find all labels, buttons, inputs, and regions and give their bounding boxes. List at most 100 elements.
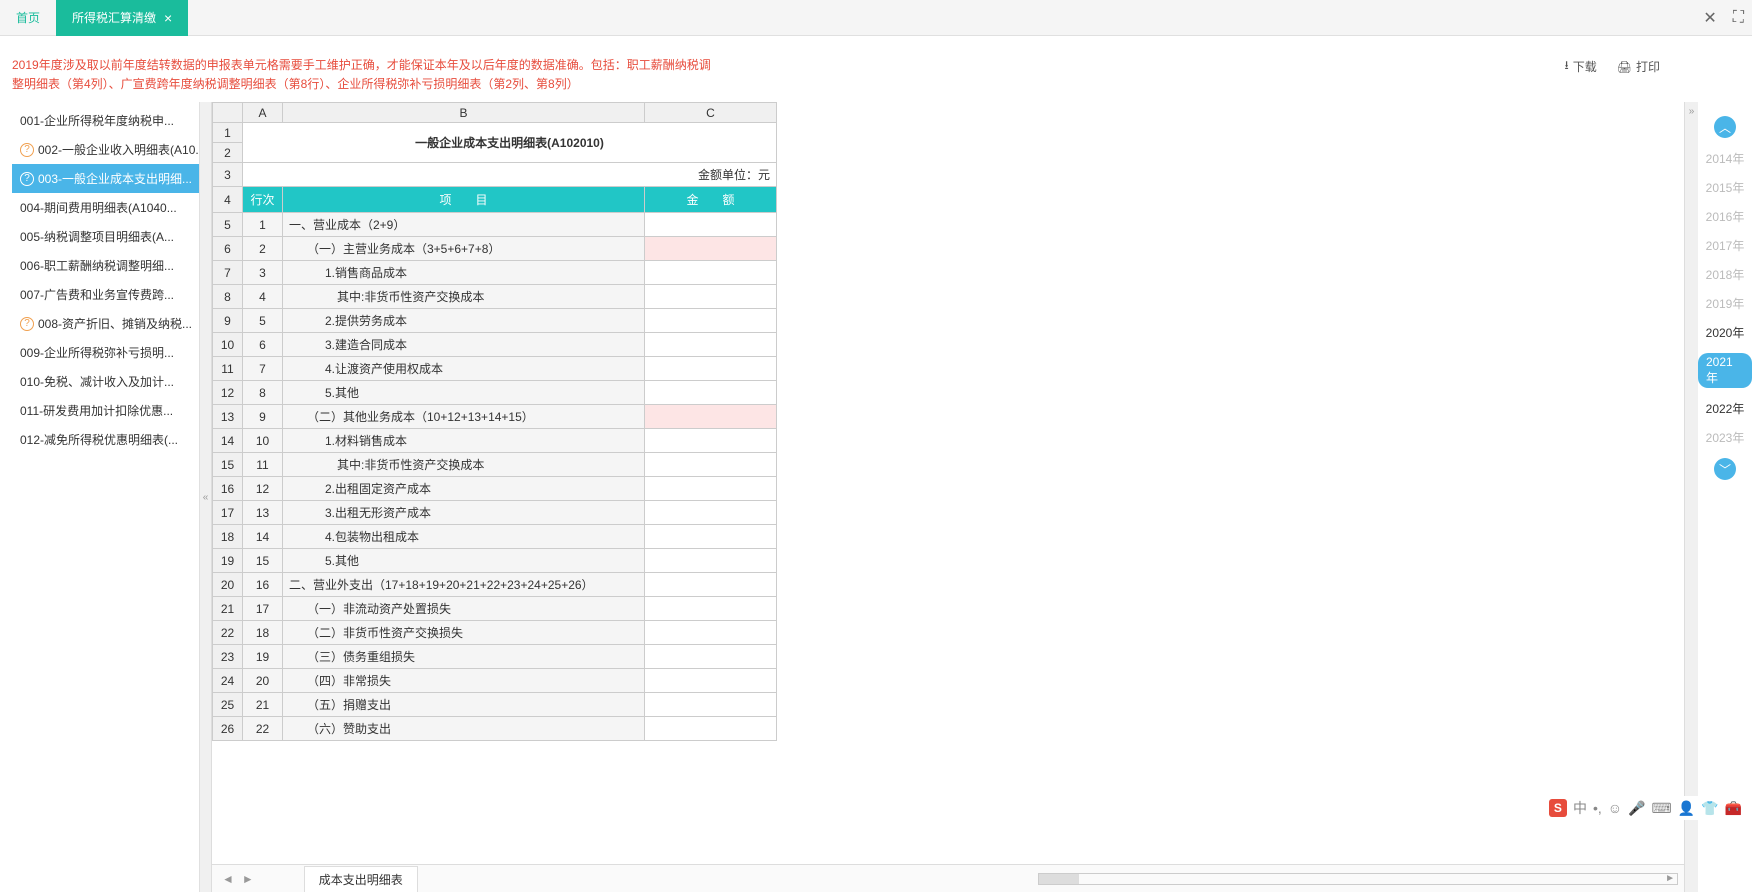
- year-2021年[interactable]: 2021年: [1698, 353, 1752, 388]
- ime-keyboard-icon[interactable]: ⌨: [1651, 800, 1671, 817]
- amount-cell[interactable]: [645, 213, 777, 237]
- spreadsheet-area: ABC1一般企业成本支出明细表(A102010)23金额单位：元4行次项 目金 …: [212, 102, 1684, 892]
- amount-cell[interactable]: [645, 597, 777, 621]
- amount-cell[interactable]: [645, 333, 777, 357]
- amount-cell[interactable]: [645, 429, 777, 453]
- amount-cell[interactable]: [645, 405, 777, 429]
- ime-toolbox-icon[interactable]: 🧰: [1725, 800, 1742, 817]
- close-icon[interactable]: ×: [164, 0, 172, 36]
- sidebar-item-9[interactable]: 009-企业所得税弥补亏损明...: [12, 338, 199, 367]
- ime-lang-label[interactable]: 中: [1573, 798, 1587, 818]
- line-number: 8: [243, 381, 283, 405]
- amount-cell[interactable]: [645, 621, 777, 645]
- ime-person-icon[interactable]: 👤: [1678, 800, 1695, 817]
- amount-cell[interactable]: [645, 477, 777, 501]
- year-2022年[interactable]: 2022年: [1706, 400, 1745, 417]
- sidebar-item-label: 006-职工薪酬纳税调整明细...: [20, 257, 174, 274]
- expand-right-icon[interactable]: »: [1684, 102, 1698, 892]
- year-2019年[interactable]: 2019年: [1706, 295, 1745, 312]
- amount-cell[interactable]: [645, 693, 777, 717]
- fullscreen-icon[interactable]: ⛶: [1733, 9, 1744, 27]
- row-header: 1: [213, 123, 243, 143]
- sidebar-item-3[interactable]: ?003-一般企业成本支出明细...: [12, 164, 199, 193]
- ime-skin-icon[interactable]: 👕: [1701, 800, 1718, 817]
- tab-active[interactable]: 所得税汇算清缴 ×: [56, 0, 188, 36]
- collapse-sidebar-icon[interactable]: «: [200, 102, 212, 892]
- sidebar-item-5[interactable]: 005-纳税调整项目明细表(A...: [12, 222, 199, 251]
- row-header: 8: [213, 285, 243, 309]
- tab-active-label: 所得税汇算清缴: [72, 0, 156, 36]
- amount-cell[interactable]: [645, 453, 777, 477]
- sidebar-item-6[interactable]: 006-职工薪酬纳税调整明细...: [12, 251, 199, 280]
- item-label: 其中:非货币性资产交换成本: [283, 285, 645, 309]
- sidebar-item-label: 002-一般企业收入明细表(A10...: [38, 141, 199, 158]
- sidebar-item-1[interactable]: 001-企业所得税年度纳税申...: [12, 106, 199, 135]
- amount-cell[interactable]: [645, 309, 777, 333]
- sidebar-item-11[interactable]: 011-研发费用加计扣除优惠...: [12, 396, 199, 425]
- scroll-right-icon[interactable]: ►: [1665, 873, 1675, 884]
- amount-cell[interactable]: [645, 549, 777, 573]
- sheet-tab[interactable]: 成本支出明细表: [304, 866, 418, 892]
- sidebar-item-2[interactable]: ?002-一般企业收入明细表(A10...: [12, 135, 199, 164]
- ime-mic-icon[interactable]: 🎤: [1628, 800, 1645, 817]
- amount-cell[interactable]: [645, 381, 777, 405]
- sidebar-item-10[interactable]: 010-免税、减计收入及加计...: [12, 367, 199, 396]
- sidebar-item-12[interactable]: 012-减免所得税优惠明细表(...: [12, 425, 199, 454]
- year-scroll-down-icon[interactable]: ﹀: [1714, 458, 1736, 480]
- ime-punct-icon[interactable]: •,: [1593, 800, 1602, 816]
- sheet-nav-prev-icon[interactable]: ◄: [222, 872, 234, 886]
- amount-cell[interactable]: [645, 645, 777, 669]
- sidebar-item-label: 010-免税、减计收入及加计...: [20, 373, 174, 390]
- year-2016年[interactable]: 2016年: [1706, 208, 1745, 225]
- download-button[interactable]: ⭳ 下载: [1565, 56, 1597, 77]
- col-header[interactable]: A: [243, 103, 283, 123]
- sidebar-item-8[interactable]: ? 008-资产折旧、摊销及纳税...: [12, 309, 199, 338]
- sheet-scroll[interactable]: ABC1一般企业成本支出明细表(A102010)23金额单位：元4行次项 目金 …: [212, 102, 1684, 864]
- ime-logo-icon[interactable]: S: [1549, 799, 1567, 817]
- year-2020年[interactable]: 2020年: [1706, 324, 1745, 341]
- ime-emoji-icon[interactable]: ☺: [1608, 800, 1622, 816]
- row-header: 7: [213, 261, 243, 285]
- sidebar-item-4[interactable]: 004-期间费用明细表(A1040...: [12, 193, 199, 222]
- line-number: 16: [243, 573, 283, 597]
- col-header[interactable]: B: [283, 103, 645, 123]
- help-icon: ?: [20, 317, 34, 331]
- window-close-icon[interactable]: ✕: [1703, 8, 1716, 28]
- item-label: 3.建造合同成本: [283, 333, 645, 357]
- year-scroll-up-icon[interactable]: ︿: [1714, 116, 1736, 138]
- sidebar-item-label: 008-资产折旧、摊销及纳税...: [38, 315, 192, 332]
- year-2017年[interactable]: 2017年: [1706, 237, 1745, 254]
- line-number: 5: [243, 309, 283, 333]
- scrollbar-thumb[interactable]: [1039, 874, 1079, 884]
- amount-cell[interactable]: [645, 237, 777, 261]
- amount-cell[interactable]: [645, 285, 777, 309]
- amount-cell[interactable]: [645, 669, 777, 693]
- amount-cell[interactable]: [645, 717, 777, 741]
- col-header[interactable]: C: [645, 103, 777, 123]
- item-label: 2.提供劳务成本: [283, 309, 645, 333]
- spreadsheet-table: ABC1一般企业成本支出明细表(A102010)23金额单位：元4行次项 目金 …: [212, 102, 777, 741]
- year-2014年[interactable]: 2014年: [1706, 150, 1745, 167]
- sidebar-item-7[interactable]: 007-广告费和业务宣传费跨...: [12, 280, 199, 309]
- amount-cell[interactable]: [645, 501, 777, 525]
- year-2023年[interactable]: 2023年: [1706, 429, 1745, 446]
- corner-cell: [213, 103, 243, 123]
- amount-cell[interactable]: [645, 261, 777, 285]
- row-header: 4: [213, 187, 243, 213]
- row-header: 9: [213, 309, 243, 333]
- item-label: （二）其他业务成本（10+12+13+14+15）: [283, 405, 645, 429]
- sheet-tab-bar: ◄ ► 成本支出明细表 ◄ ►: [212, 864, 1684, 892]
- sheet-nav-next-icon[interactable]: ►: [242, 872, 254, 886]
- amount-cell[interactable]: [645, 573, 777, 597]
- sidebar-item-label: 001-企业所得税年度纳税申...: [20, 112, 174, 129]
- year-2015年[interactable]: 2015年: [1706, 179, 1745, 196]
- print-button[interactable]: 🖨 打印: [1617, 58, 1660, 75]
- horizontal-scrollbar[interactable]: ◄ ►: [1038, 873, 1678, 885]
- tab-home[interactable]: 首页: [0, 0, 56, 36]
- amount-cell[interactable]: [645, 525, 777, 549]
- row-header: 5: [213, 213, 243, 237]
- year-2018年[interactable]: 2018年: [1706, 266, 1745, 283]
- amount-cell[interactable]: [645, 357, 777, 381]
- sheet-title: 一般企业成本支出明细表(A102010): [243, 123, 777, 163]
- warning-text: 2019年度涉及取以前年度结转数据的申报表单元格需要手工维护正确，才能保证本年及…: [12, 56, 712, 94]
